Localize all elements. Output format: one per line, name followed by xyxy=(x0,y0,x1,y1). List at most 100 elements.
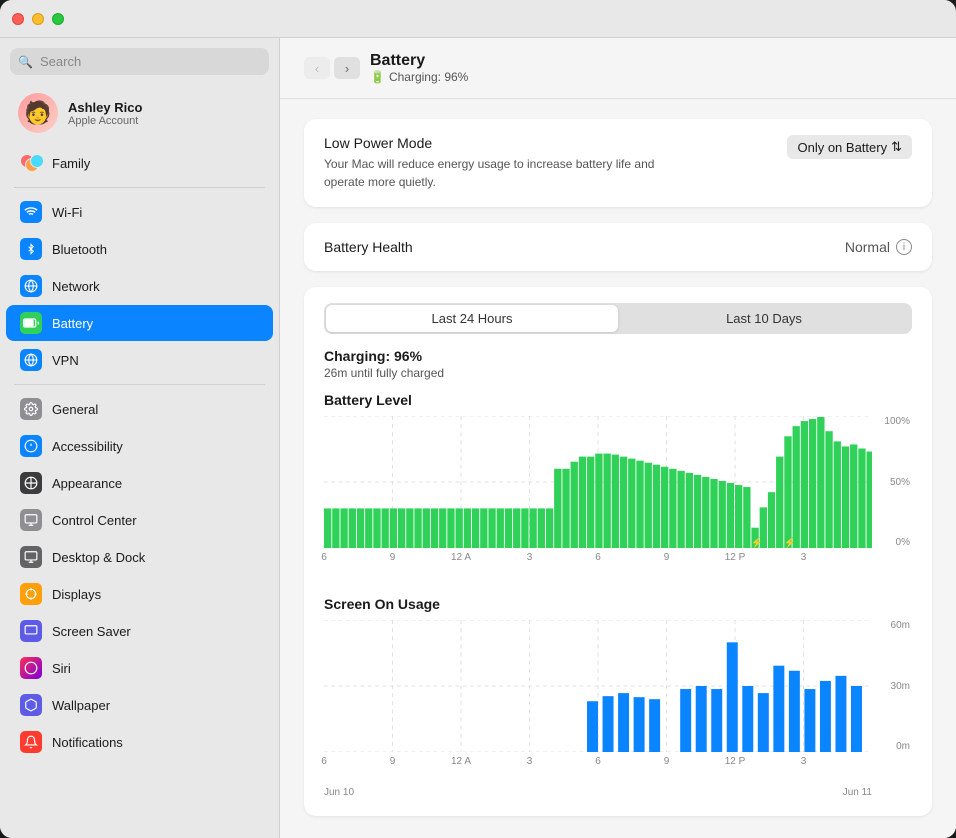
x-label-12p: 12 P xyxy=(725,552,746,563)
sidebar-item-label-accessibility: Accessibility xyxy=(52,439,123,454)
x-label-9b: 9 xyxy=(664,552,670,563)
battery-health-card: Battery Health Normal i xyxy=(304,223,932,271)
accessibility-icon xyxy=(20,435,42,457)
sidebar-item-vpn[interactable]: VPN xyxy=(6,342,273,378)
sidebar-item-wifi[interactable]: Wi-Fi xyxy=(6,194,273,230)
sidebar-item-label-displays: Displays xyxy=(52,587,101,602)
sidebar-item-desktop-dock[interactable]: Desktop & Dock xyxy=(6,539,273,575)
sidebar-item-bluetooth[interactable]: Bluetooth xyxy=(6,231,273,267)
maximize-button[interactable] xyxy=(52,13,64,25)
minimize-button[interactable] xyxy=(32,13,44,25)
header-title-area: Battery 🔋 Charging: 96% xyxy=(370,52,468,84)
low-power-mode-card: Low Power Mode Your Mac will reduce ener… xyxy=(304,119,932,207)
page-title: Battery xyxy=(370,52,468,70)
y-label-0: 0% xyxy=(896,537,910,548)
battery-level-chart: 100% 50% 0% xyxy=(324,416,912,576)
appearance-icon xyxy=(20,472,42,494)
family-avatar-3 xyxy=(30,154,44,168)
sidebar-item-label-general: General xyxy=(52,402,98,417)
main-header: ‹ › Battery 🔋 Charging: 96% xyxy=(280,38,956,99)
sidebar-item-label-vpn: VPN xyxy=(52,353,79,368)
screen-usage-x-labels: 6 9 12 A 3 6 9 12 P 3 xyxy=(324,752,872,780)
forward-button[interactable]: › xyxy=(334,57,360,79)
info-icon[interactable]: i xyxy=(896,239,912,255)
profile-subtitle: Apple Account xyxy=(68,115,142,127)
sidebar-item-siri[interactable]: Siri xyxy=(6,650,273,686)
screen-usage-title: Screen On Usage xyxy=(324,596,912,612)
sidebar-item-label-family: Family xyxy=(52,156,90,171)
sidebar-item-label-desktop-dock: Desktop & Dock xyxy=(52,550,145,565)
low-power-info: Low Power Mode Your Mac will reduce ener… xyxy=(324,135,684,191)
main-content: Low Power Mode Your Mac will reduce ener… xyxy=(280,99,956,838)
charge-percent: Charging: 96% xyxy=(324,348,912,364)
low-power-value: Only on Battery xyxy=(797,140,887,155)
sidebar-item-battery[interactable]: Battery xyxy=(6,305,273,341)
screen-x-label-6b: 6 xyxy=(595,756,601,767)
wallpaper-icon xyxy=(20,694,42,716)
sidebar-item-wallpaper[interactable]: Wallpaper xyxy=(6,687,273,723)
notifications-icon xyxy=(20,731,42,753)
tab-last-10-days[interactable]: Last 10 Days xyxy=(618,305,910,332)
sidebar-item-notifications[interactable]: Notifications xyxy=(6,724,273,760)
battery-health-title: Battery Health xyxy=(324,239,413,255)
low-power-select[interactable]: Only on Battery ⇅ xyxy=(787,135,912,159)
sidebar-item-label-notifications: Notifications xyxy=(52,735,123,750)
family-icon xyxy=(20,152,42,174)
battery-level-chart-section: Battery Level xyxy=(324,392,912,576)
sidebar-item-label-wifi: Wi-Fi xyxy=(52,205,82,220)
charging-status-text: Charging: 96% xyxy=(389,70,468,84)
search-input[interactable] xyxy=(10,48,269,75)
vpn-icon xyxy=(20,349,42,371)
sidebar-item-network[interactable]: Network xyxy=(6,268,273,304)
sidebar-item-appearance[interactable]: Appearance xyxy=(6,465,273,501)
svg-text:⚡: ⚡ xyxy=(751,537,762,548)
content-area: 🔍 🧑 Ashley Rico Apple Account xyxy=(0,38,956,838)
date-labels: Jun 10 Jun 11 xyxy=(324,787,872,798)
x-label-9a: 9 xyxy=(390,552,396,563)
sidebar-item-label-appearance: Appearance xyxy=(52,476,122,491)
desktop-dock-icon xyxy=(20,546,42,568)
sidebar-item-accessibility[interactable]: Accessibility xyxy=(6,428,273,464)
screen-usage-y-labels: 60m 30m 0m xyxy=(874,620,912,752)
battery-x-labels: 6 9 12 A 3 6 9 12 P 3 xyxy=(324,548,872,576)
displays-icon xyxy=(20,583,42,605)
battery-level-title: Battery Level xyxy=(324,392,912,408)
low-power-row: Low Power Mode Your Mac will reduce ener… xyxy=(324,135,912,191)
header-subtitle: 🔋 Charging: 96% xyxy=(370,70,468,84)
sidebar-item-label-screen-saver: Screen Saver xyxy=(52,624,131,639)
screen-saver-icon xyxy=(20,620,42,642)
tab-last-24-hours[interactable]: Last 24 Hours xyxy=(326,305,618,332)
y-label-60m: 60m xyxy=(891,620,910,631)
chevron-updown-icon: ⇅ xyxy=(891,139,902,155)
sidebar-divider-1 xyxy=(14,187,265,188)
screen-x-label-12p: 12 P xyxy=(725,756,746,767)
sidebar-item-control-center[interactable]: Control Center xyxy=(6,502,273,538)
search-box: 🔍 xyxy=(10,48,269,75)
close-button[interactable] xyxy=(12,13,24,25)
charging-status: Charging: 96% 26m until fully charged xyxy=(324,348,912,380)
y-label-100: 100% xyxy=(884,416,910,427)
sidebar-item-general[interactable]: General xyxy=(6,391,273,427)
low-power-desc: Your Mac will reduce energy usage to inc… xyxy=(324,155,684,191)
profile-item[interactable]: 🧑 Ashley Rico Apple Account xyxy=(4,85,275,141)
sidebar-item-label-control-center: Control Center xyxy=(52,513,137,528)
profile-text: Ashley Rico Apple Account xyxy=(68,100,142,127)
sidebar-item-label-battery: Battery xyxy=(52,316,93,331)
sidebar-item-family[interactable]: Family xyxy=(6,145,273,181)
screen-usage-chart-section: Screen On Usage xyxy=(324,596,912,780)
screen-usage-chart: 60m 30m 0m 6 9 12 A 3 6 9 xyxy=(324,620,912,780)
battery-status-icon: 🔋 xyxy=(370,70,385,84)
x-label-3b: 3 xyxy=(801,552,807,563)
svg-text:⚡: ⚡ xyxy=(784,537,795,548)
sidebar-divider-2 xyxy=(14,384,265,385)
battery-bars-chart: ⚡ ⚡ xyxy=(324,416,872,548)
control-center-icon xyxy=(20,509,42,531)
siri-icon xyxy=(20,657,42,679)
sidebar-item-displays[interactable]: Displays xyxy=(6,576,273,612)
sidebar-item-label-siri: Siri xyxy=(52,661,71,676)
date-jun10: Jun 10 xyxy=(324,787,354,798)
sidebar-item-screen-saver[interactable]: Screen Saver xyxy=(6,613,273,649)
charge-time: 26m until fully charged xyxy=(324,366,912,380)
y-label-50: 50% xyxy=(890,477,910,488)
back-button[interactable]: ‹ xyxy=(304,57,330,79)
